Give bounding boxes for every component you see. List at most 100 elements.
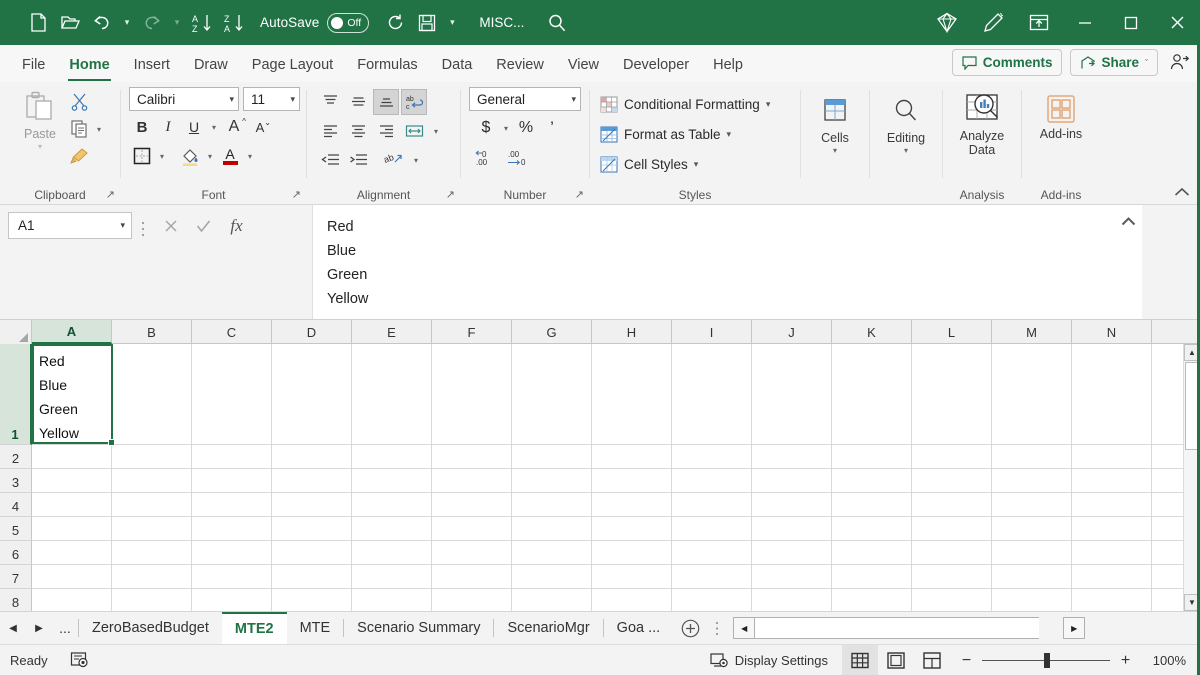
cell-h8[interactable] — [592, 589, 672, 611]
column-header-m[interactable]: M — [992, 320, 1072, 344]
chevron-down-icon[interactable]: ▾ — [229, 94, 234, 105]
grid-row-8[interactable] — [32, 589, 1200, 611]
customize-qat-caret[interactable]: ▾ — [443, 8, 461, 38]
cell-e7[interactable] — [352, 565, 432, 588]
cell-i4[interactable] — [672, 493, 752, 516]
cell-h7[interactable] — [592, 565, 672, 588]
cell-d6[interactable] — [272, 541, 352, 564]
chevron-down-icon[interactable]: ▾ — [120, 220, 125, 231]
cell-n3[interactable] — [1072, 469, 1152, 492]
cell-d8[interactable] — [272, 589, 352, 611]
cell-b2[interactable] — [112, 445, 192, 468]
conditional-formatting-button[interactable]: Conditional Formatting ▾ — [600, 91, 800, 117]
sheet-nav-ellipsis[interactable]: ... — [52, 612, 78, 645]
cell-m7[interactable] — [992, 565, 1072, 588]
cell-m4[interactable] — [992, 493, 1072, 516]
cell-g4[interactable] — [512, 493, 592, 516]
pen-icon[interactable] — [970, 0, 1016, 45]
column-header-j[interactable]: J — [752, 320, 832, 344]
cell-m2[interactable] — [992, 445, 1072, 468]
accessibility-checker-icon[interactable] — [70, 651, 90, 669]
share-caret[interactable]: ˇ — [1145, 58, 1148, 68]
font-size-combo[interactable]: 11 ▾ — [243, 87, 300, 111]
conditional-formatting-caret[interactable]: ▾ — [766, 99, 771, 110]
align-left-button[interactable] — [317, 118, 343, 144]
open-folder-icon[interactable] — [54, 8, 86, 38]
undo-dropdown-caret[interactable]: ▾ — [118, 8, 136, 38]
select-all-corner[interactable] — [0, 320, 32, 344]
cell-a6[interactable] — [32, 541, 112, 564]
add-sheet-icon[interactable] — [673, 612, 707, 645]
analyze-data-button[interactable]: Analyze Data — [943, 87, 1021, 157]
cell-l3[interactable] — [912, 469, 992, 492]
number-dialog-launcher[interactable]: ↗ — [575, 188, 584, 201]
cell-f4[interactable] — [432, 493, 512, 516]
column-header-e[interactable]: E — [352, 320, 432, 344]
fill-color-button[interactable] — [177, 143, 203, 169]
search-icon[interactable] — [546, 12, 568, 34]
accounting-caret[interactable]: ▾ — [499, 115, 513, 141]
format-as-table-button[interactable]: Format as Table ▾ — [600, 121, 800, 147]
copilot-icon[interactable] — [924, 0, 970, 45]
editing-caret[interactable]: ▾ — [904, 144, 908, 158]
cell-b5[interactable] — [112, 517, 192, 540]
tab-data[interactable]: Data — [430, 48, 485, 82]
cell-e8[interactable] — [352, 589, 432, 611]
cell-b3[interactable] — [112, 469, 192, 492]
cell-c6[interactable] — [192, 541, 272, 564]
sheet-tab-scenario-summary[interactable]: Scenario Summary — [344, 612, 493, 645]
cell-f6[interactable] — [432, 541, 512, 564]
tab-review[interactable]: Review — [484, 48, 556, 82]
undo-icon[interactable] — [86, 8, 118, 38]
cell-j2[interactable] — [752, 445, 832, 468]
row-header-5[interactable]: 5 — [0, 517, 32, 541]
cell-styles-caret[interactable]: ▾ — [694, 159, 699, 170]
autosave-toggle[interactable]: Off — [327, 13, 369, 33]
column-header-b[interactable]: B — [112, 320, 192, 344]
sort-descending-icon[interactable]: ZA — [218, 8, 250, 38]
orientation-caret[interactable]: ▾ — [409, 147, 423, 173]
number-format-combo[interactable]: General ▾ — [469, 87, 581, 111]
insert-function-icon[interactable]: fx — [220, 212, 253, 239]
zoom-track[interactable] — [982, 660, 1110, 662]
merge-caret[interactable]: ▾ — [429, 118, 443, 144]
column-header-d[interactable]: D — [272, 320, 352, 344]
hscroll-right-button[interactable]: ▶ — [1063, 617, 1085, 639]
sheet-tab-scenariomgr[interactable]: ScenarioMgr — [494, 612, 602, 645]
zoom-out-button[interactable]: − — [960, 652, 973, 670]
sheet-tab-zerobasedbudget[interactable]: ZeroBasedBudget — [79, 612, 222, 645]
decrease-indent-button[interactable] — [317, 147, 343, 173]
row-header-7[interactable]: 7 — [0, 565, 32, 589]
cell-f1[interactable] — [432, 344, 512, 444]
row-header-4[interactable]: 4 — [0, 493, 32, 517]
cell-d1[interactable] — [272, 344, 352, 444]
cell-c5[interactable] — [192, 517, 272, 540]
align-right-button[interactable] — [373, 118, 399, 144]
row-header-8[interactable]: 8 — [0, 589, 32, 611]
cell-m6[interactable] — [992, 541, 1072, 564]
grid-row-1[interactable] — [32, 344, 1200, 445]
cell-m1[interactable] — [992, 344, 1072, 444]
comma-format-button[interactable]: ’ — [539, 115, 565, 141]
align-center-button[interactable] — [345, 118, 371, 144]
share-button[interactable]: Share ˇ — [1070, 49, 1158, 76]
cell-c2[interactable] — [192, 445, 272, 468]
next-sheet-button[interactable]: ▶ — [26, 612, 52, 645]
cell-h6[interactable] — [592, 541, 672, 564]
cell-g3[interactable] — [512, 469, 592, 492]
name-box[interactable]: A1 ▾ — [8, 212, 132, 239]
cell-i7[interactable] — [672, 565, 752, 588]
cell-k7[interactable] — [832, 565, 912, 588]
font-name-combo[interactable]: Calibri ▾ — [129, 87, 239, 111]
cells-button[interactable]: Cells ▾ — [801, 87, 869, 158]
cell-g6[interactable] — [512, 541, 592, 564]
cell-l8[interactable] — [912, 589, 992, 611]
cell-a2[interactable] — [32, 445, 112, 468]
tab-formulas[interactable]: Formulas — [345, 48, 429, 82]
collapse-formula-bar-icon[interactable] — [1121, 215, 1136, 229]
tab-draw[interactable]: Draw — [182, 48, 240, 82]
cell-g5[interactable] — [512, 517, 592, 540]
format-painter-button[interactable] — [66, 143, 92, 169]
sheet-tab-mte[interactable]: MTE — [287, 612, 344, 645]
zoom-slider[interactable]: − + — [960, 652, 1132, 670]
